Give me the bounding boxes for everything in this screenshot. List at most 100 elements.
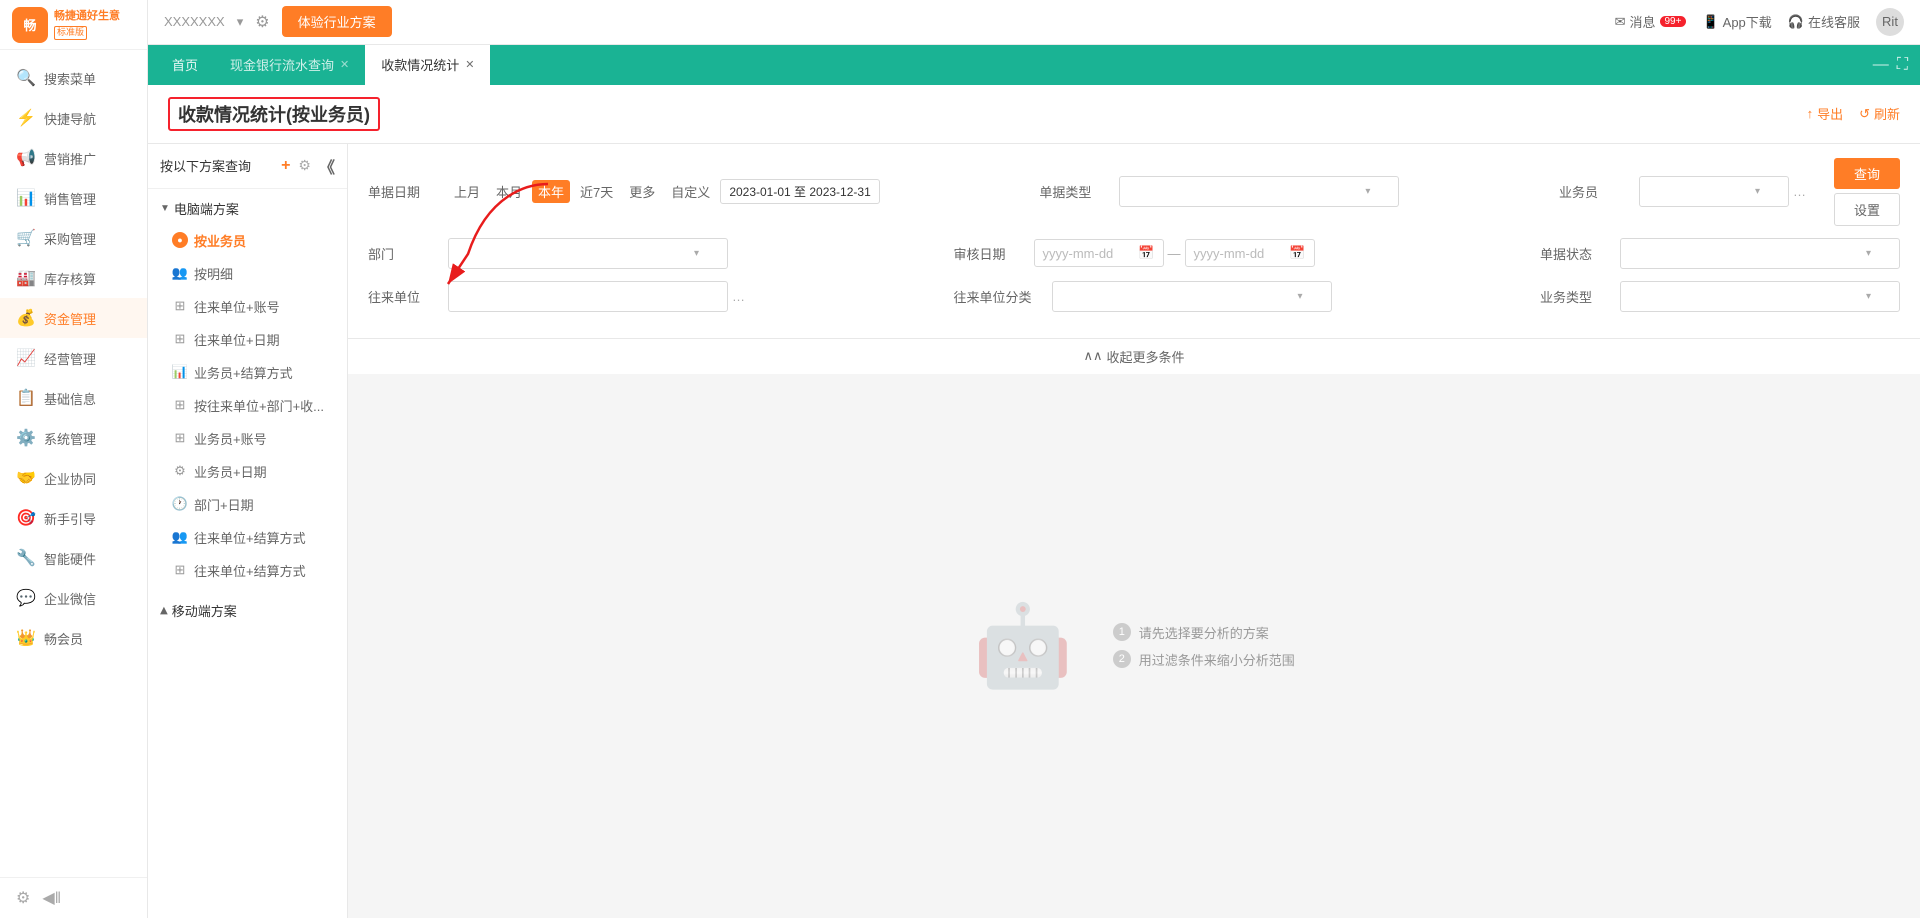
collapse-button[interactable]: ∧∧ 收起更多条件 xyxy=(1083,347,1184,366)
sidebar-item-hardware[interactable]: 🔧 智能硬件 xyxy=(0,538,147,578)
scheme-item-salesman-account[interactable]: ⊞ 业务员+账号 xyxy=(148,422,347,455)
sidebar-item-sales[interactable]: 📊 销售管理 xyxy=(0,178,147,218)
online-service-button[interactable]: 🎧 在线客服 xyxy=(1788,12,1860,31)
app-download-button[interactable]: 📱 App下载 xyxy=(1702,12,1771,31)
tab-bank[interactable]: 现金银行流水查询 ✕ xyxy=(214,45,365,85)
scheme-item-salesman[interactable]: ● 按业务员 xyxy=(148,224,347,257)
sidebar-item-basic[interactable]: 📋 基础信息 xyxy=(0,378,147,418)
finance-icon: 💰 xyxy=(16,308,36,328)
voucher-type-arrow-icon: ▾ xyxy=(1365,186,1370,197)
top-header: XXXXXXX ▾ ⚙ 体验行业方案 ✉ 消息 99+ 📱 App下载 🎧 在线… xyxy=(148,0,1920,45)
scheme-item-unit-dept[interactable]: ⊞ 按往来单位+部门+收... xyxy=(148,389,347,422)
desktop-group-header[interactable]: ▼ 电脑端方案 xyxy=(148,193,347,224)
audit-date-to[interactable]: yyyy-mm-dd 📅 xyxy=(1185,239,1315,267)
date-custom[interactable]: 自定义 xyxy=(665,180,716,203)
sidebar-item-member[interactable]: 👑 畅会员 xyxy=(0,618,147,658)
partner-category-label: 往来单位分类 xyxy=(954,287,1032,306)
filter-row-2: 部门 ▾ 审核日期 yyyy-mm-dd 📅 — xyxy=(368,238,1900,269)
tab-collection-close[interactable]: ✕ xyxy=(465,58,474,71)
tab-minimize-icon[interactable]: — xyxy=(1873,56,1889,74)
scheme-settings-icon[interactable]: ⚙ xyxy=(298,157,311,174)
service-icon: 🎧 xyxy=(1788,14,1804,30)
trial-button[interactable]: 体验行业方案 xyxy=(282,6,392,37)
people-icon-2: 👥 xyxy=(172,529,188,545)
filter-grid: 单据日期 上月 本月 本年 近7天 更多 自定义 2023-01-01 至 20… xyxy=(348,144,1920,338)
tab-collection[interactable]: 收款情况统计 ✕ xyxy=(365,45,490,85)
date-last-month[interactable]: 上月 xyxy=(448,180,486,203)
sidebar-item-label: 搜索菜单 xyxy=(44,69,96,88)
dept-select[interactable]: ▾ xyxy=(448,238,728,269)
sidebar-item-warehouse[interactable]: 🏭 库存核算 xyxy=(0,258,147,298)
breadcrumb-dropdown-icon[interactable]: ▾ xyxy=(237,14,244,30)
sidebar-settings-icon[interactable]: ⚙ xyxy=(16,888,30,908)
date-7days[interactable]: 近7天 xyxy=(574,180,619,203)
header-gear-icon[interactable]: ⚙ xyxy=(255,12,269,32)
scheme-item-unit-settle1[interactable]: 👥 往来单位+结算方式 xyxy=(148,521,347,554)
sidebar-item-wechat[interactable]: 💬 企业微信 xyxy=(0,578,147,618)
status-arrow-icon: ▾ xyxy=(1866,248,1871,259)
message-button[interactable]: ✉ 消息 99+ xyxy=(1615,12,1687,31)
panel-collapse-icon[interactable]: 《 xyxy=(319,154,335,178)
scheme-item-detail[interactable]: 👥 按明细 xyxy=(148,257,347,290)
chart-icon: 📊 xyxy=(172,364,188,380)
salesman-more-icon[interactable]: … xyxy=(1793,184,1806,199)
calendar-to-icon: 📅 xyxy=(1289,245,1305,261)
sidebar-item-search[interactable]: 🔍 搜索菜单 xyxy=(0,58,147,98)
grid-icon-3: ⊞ xyxy=(172,397,188,413)
main-content: XXXXXXX ▾ ⚙ 体验行业方案 ✉ 消息 99+ 📱 App下载 🎧 在线… xyxy=(148,0,1920,918)
refresh-button[interactable]: ↺ 刷新 xyxy=(1859,104,1900,123)
search-icon: 🔍 xyxy=(16,68,36,88)
shortcut-icon: ⚡ xyxy=(16,108,36,128)
sidebar-item-operation[interactable]: 📈 经营管理 xyxy=(0,338,147,378)
sidebar-item-enterprise[interactable]: 🤝 企业协同 xyxy=(0,458,147,498)
sidebar-item-marketing[interactable]: 📢 营销推广 xyxy=(0,138,147,178)
scheme-item-salesman-settle[interactable]: 📊 业务员+结算方式 xyxy=(148,356,347,389)
scheme-item-unit-account[interactable]: ⊞ 往来单位+账号 xyxy=(148,290,347,323)
partner-more-icon[interactable]: … xyxy=(732,289,745,304)
system-icon: ⚙️ xyxy=(16,428,36,448)
add-scheme-icon[interactable]: + xyxy=(281,157,290,175)
date-range-value: 2023-01-01 至 2023-12-31 xyxy=(720,179,879,204)
setting-button[interactable]: 设置 xyxy=(1834,193,1900,226)
query-button[interactable]: 查询 xyxy=(1834,158,1900,189)
sidebar-nav: 🔍 搜索菜单 ⚡ 快捷导航 📢 营销推广 📊 销售管理 🛒 采购管理 🏭 库存核… xyxy=(0,50,147,877)
scheme-item-unit-date[interactable]: ⊞ 往来单位+日期 xyxy=(148,323,347,356)
people-icon: 👥 xyxy=(172,265,188,281)
date-this-year[interactable]: 本年 xyxy=(532,180,570,203)
grid-icon-1: ⊞ xyxy=(172,298,188,314)
grid-icon-5: ⊞ xyxy=(172,562,188,578)
partner-select[interactable] xyxy=(448,281,728,312)
sidebar-item-purchase[interactable]: 🛒 采购管理 xyxy=(0,218,147,258)
mobile-group-header[interactable]: ▶ 移动端方案 xyxy=(148,595,347,626)
salesman-input-group: ▾ … xyxy=(1639,176,1806,207)
scheme-item-salesman-date[interactable]: ⚙ 业务员+日期 xyxy=(148,455,347,488)
title-actions: ↑ 导出 ↺ 刷新 xyxy=(1807,104,1900,123)
tab-maximize-icon[interactable]: ⛶ xyxy=(1897,56,1908,74)
audit-date-from[interactable]: yyyy-mm-dd 📅 xyxy=(1034,239,1164,267)
biz-type-select[interactable]: ▾ xyxy=(1620,281,1900,312)
sidebar-item-shortcut[interactable]: ⚡ 快捷导航 xyxy=(0,98,147,138)
sidebar-item-finance[interactable]: 💰 资金管理 xyxy=(0,298,147,338)
voucher-type-select[interactable]: ▾ xyxy=(1119,176,1399,207)
enterprise-icon: 🤝 xyxy=(16,468,36,488)
scheme-item-unit-settle2[interactable]: ⊞ 往来单位+结算方式 xyxy=(148,554,347,587)
empty-tips: 1 请先选择要分析的方案 2 用过滤条件来缩小分析范围 xyxy=(1113,623,1295,669)
date-more[interactable]: 更多 xyxy=(623,180,661,203)
sidebar-item-system[interactable]: ⚙️ 系统管理 xyxy=(0,418,147,458)
user-avatar[interactable]: Rit xyxy=(1876,8,1904,36)
warehouse-icon: 🏭 xyxy=(16,268,36,288)
app-logo-text: 畅捷通好生意 标准版 xyxy=(54,9,120,40)
tab-bank-close[interactable]: ✕ xyxy=(340,58,349,71)
partner-category-select[interactable]: ▾ xyxy=(1052,281,1332,312)
date-this-month[interactable]: 本月 xyxy=(490,180,528,203)
tab-home[interactable]: 首页 xyxy=(156,55,214,74)
sidebar-item-guide[interactable]: 🎯 新手引导 xyxy=(0,498,147,538)
desktop-scheme-group: ▼ 电脑端方案 ● 按业务员 👥 按明细 ⊞ 往来单位+账号 ⊞ xyxy=(148,189,347,591)
app-logo-icon: 畅 xyxy=(12,7,48,43)
sidebar-collapse-icon[interactable]: ◀‖ xyxy=(42,888,61,908)
export-button[interactable]: ↑ 导出 xyxy=(1807,104,1844,123)
tip-number-2: 2 xyxy=(1113,650,1131,668)
scheme-item-dept-date[interactable]: 🕐 部门+日期 xyxy=(148,488,347,521)
voucher-status-select[interactable]: ▾ xyxy=(1620,238,1900,269)
salesman-select[interactable]: ▾ xyxy=(1639,176,1789,207)
